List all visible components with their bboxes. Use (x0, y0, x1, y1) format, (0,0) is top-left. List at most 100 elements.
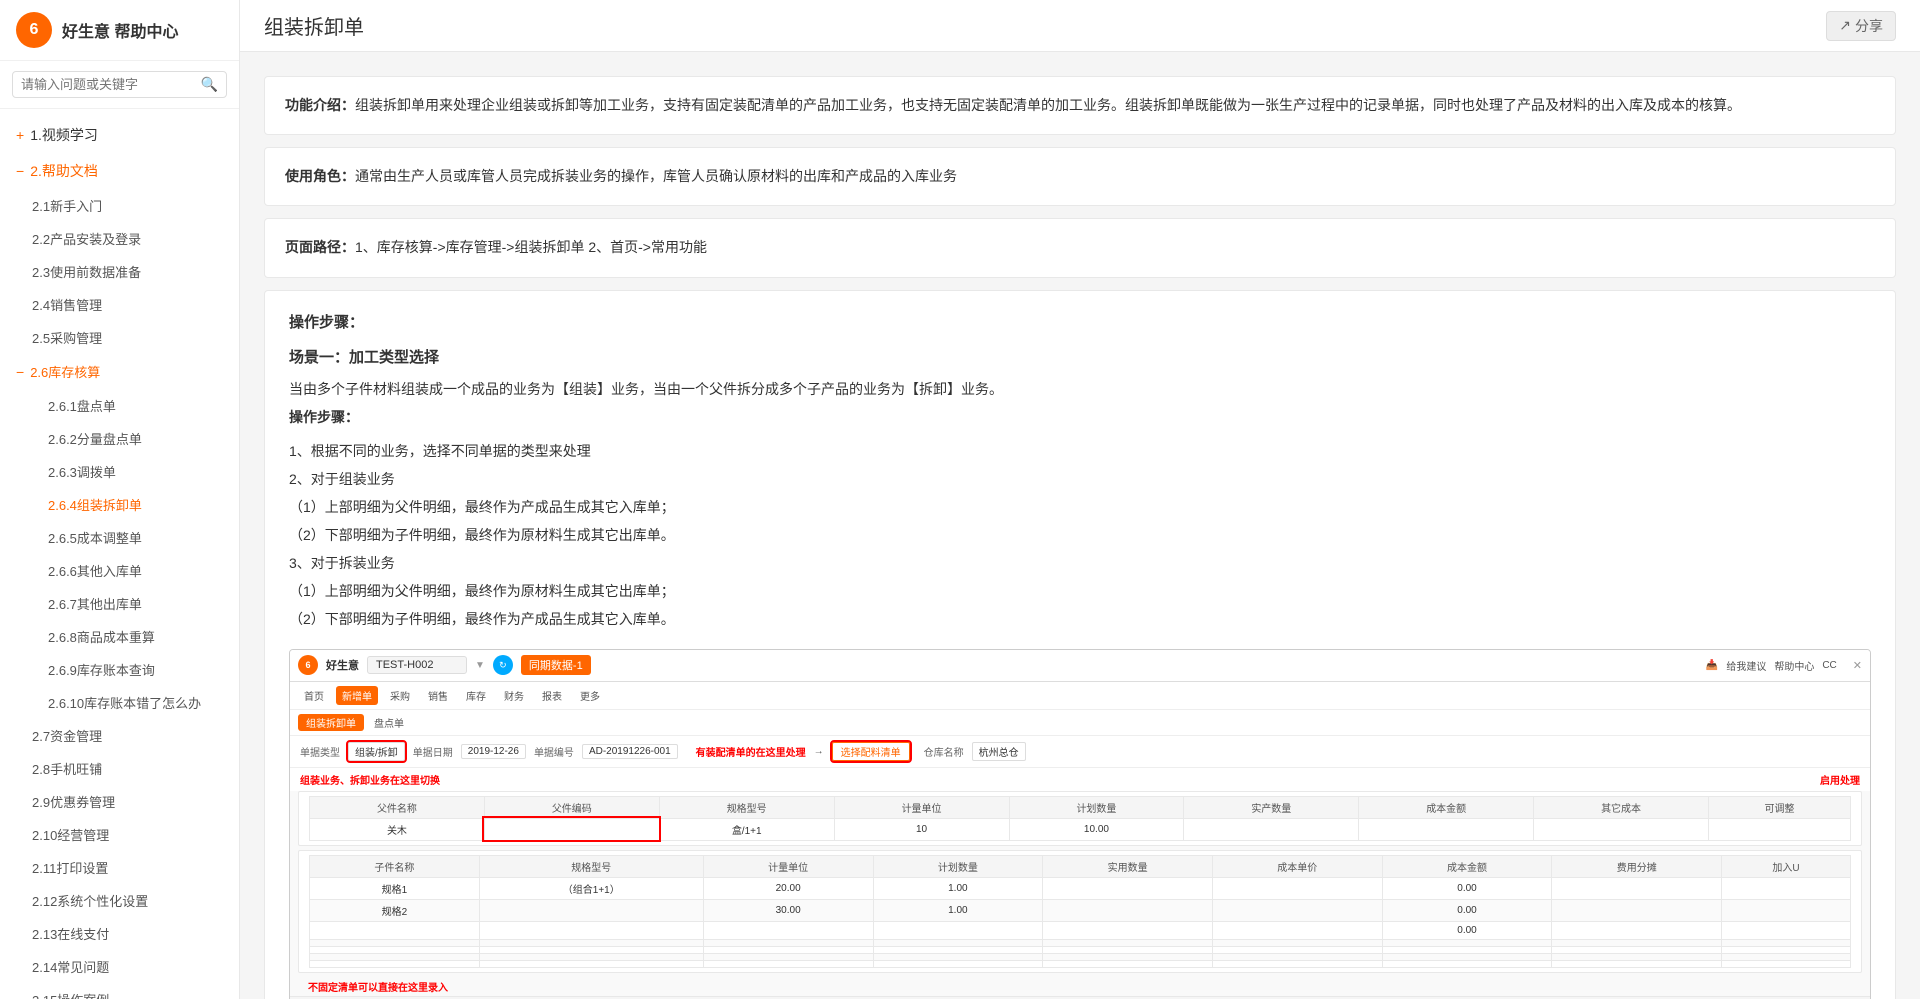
logo-text: 好生意 帮助中心 (62, 18, 178, 42)
child-cell-5-3 (873, 953, 1043, 960)
child-cell-2-5 (1212, 921, 1382, 939)
parent-cell-1 (484, 818, 659, 840)
path-label: 页面路径： (285, 239, 355, 255)
ss-nav-new: 新增单 (336, 686, 378, 705)
child-cell-1-3: 1.00 (873, 899, 1043, 921)
sidebar-item-2.15[interactable]: 2.15操作案例 (0, 983, 239, 999)
sidebar-item-2.11[interactable]: 2.11打印设置 (0, 851, 239, 884)
sidebar-item-2.4[interactable]: 2.4销售管理 (0, 288, 239, 321)
ss-parent-section: 父件名称 父件编码 规格型号 计量单位 计划数量 实产数量 成本金额 其它成本 … (298, 791, 1862, 846)
ss-child-table: 子件名称 规格型号 计量单位 计划数量 实用数量 成本单价 成本金额 费用分摊 … (309, 855, 1851, 968)
child-cell-3-6 (1382, 939, 1552, 946)
main-content: 组装拆卸单 ↗ 分享 功能介绍：组装拆卸单用来处理企业组装或拆卸等加工业务，支持… (240, 0, 1920, 999)
ss-nav-more: 更多 (574, 686, 606, 705)
table-row (310, 953, 1851, 960)
share-button[interactable]: ↗ 分享 (1826, 11, 1896, 41)
parent-cell-7 (1534, 818, 1709, 840)
sidebar-item-2.6[interactable]: − 2.6库存核算 (0, 354, 239, 389)
sidebar-item-2.6.10[interactable]: 2.6.10库存账本错了怎么办 (0, 686, 239, 719)
screenshot-wrap: 6 好生意 TEST-H002 ▼ ↻ 同期数据-1 📥 给我建议 帮助中心 C… (289, 649, 1871, 999)
minus-icon-2.6: − (16, 364, 24, 380)
parent-col-8: 可调整 (1709, 796, 1851, 818)
search-input[interactable] (21, 77, 201, 92)
parent-cell-0: 关木 (310, 818, 485, 840)
child-cell-6-5 (1212, 960, 1382, 967)
child-cell-4-3 (873, 946, 1043, 953)
ss-logo: 6 (298, 655, 318, 675)
sidebar-item-2.2[interactable]: 2.2产品安装及登录 (0, 222, 239, 255)
child-cell-4-2 (703, 946, 873, 953)
table-row (310, 946, 1851, 953)
sidebar-item-2.6.7[interactable]: 2.6.7其他出库单 (0, 587, 239, 620)
step3: 3、对于拆装业务 (289, 549, 1871, 577)
table-row: 规格230.001.000.00 (310, 899, 1851, 921)
child-col-3: 计划数量 (873, 855, 1043, 877)
step2: 2、对于组装业务 (289, 465, 1871, 493)
ss-type-val: 组装/拆卸 (348, 742, 405, 761)
parent-cell-2: 盒/1+1 (659, 818, 834, 840)
child-cell-2-2 (703, 921, 873, 939)
ss-nav-purchase: 采购 (384, 686, 416, 705)
sidebar: 6 好生意 帮助中心 🔍 + 1.视频学习 − 2.帮助文档 2.1新手入门 2… (0, 0, 240, 999)
step3-sub2: （2）下部明细为子件明细，最终作为产成品生成其它入库单。 (289, 605, 1871, 633)
child-cell-6-7 (1552, 960, 1722, 967)
screenshot-image: 6 好生意 TEST-H002 ▼ ↻ 同期数据-1 📥 给我建议 帮助中心 C… (290, 650, 1870, 999)
child-cell-3-4 (1043, 939, 1213, 946)
child-cell-4-1 (479, 946, 703, 953)
sidebar-item-2.6.3[interactable]: 2.6.3调拨单 (0, 455, 239, 488)
sidebar-item-2.8[interactable]: 2.8手机旺铺 (0, 752, 239, 785)
sidebar-item-2.6.9[interactable]: 2.6.9库存账本查询 (0, 653, 239, 686)
docs-sub-list: 2.1新手入门 2.2产品安装及登录 2.3使用前数据准备 2.4销售管理 2.… (0, 189, 239, 999)
child-cell-1-7 (1552, 899, 1722, 921)
search-icon[interactable]: 🔍 (201, 76, 218, 93)
sidebar-item-2.13[interactable]: 2.13在线支付 (0, 917, 239, 950)
child-cell-0-2: 20.00 (703, 877, 873, 899)
sidebar-item-2.3[interactable]: 2.3使用前数据准备 (0, 255, 239, 288)
ss-brand: 好生意 (326, 657, 359, 673)
sidebar-item-2.12[interactable]: 2.12系统个性化设置 (0, 884, 239, 917)
child-cell-3-3 (873, 939, 1043, 946)
child-cell-6-6 (1382, 960, 1552, 967)
parent-col-0: 父件名称 (310, 796, 485, 818)
child-cell-3-8 (1722, 939, 1851, 946)
annotation1: 有装配清单的在这里处理 (696, 744, 806, 759)
child-cell-0-5 (1212, 877, 1382, 899)
ss-sub-label: 仓库名称 (924, 744, 964, 759)
sidebar-item-2.6.4[interactable]: 2.6.4组装拆卸单 (0, 488, 239, 521)
child-cell-0-6: 0.00 (1382, 877, 1552, 899)
ss-help-label: 帮助中心 (1774, 658, 1814, 673)
sidebar-item-2.14[interactable]: 2.14常见问题 (0, 950, 239, 983)
sidebar-item-2.1[interactable]: 2.1新手入门 (0, 189, 239, 222)
child-cell-6-0 (310, 960, 480, 967)
ss-sub-val: 杭州总仓 (972, 742, 1026, 761)
sidebar-item-2.9[interactable]: 2.9优惠券管理 (0, 785, 239, 818)
sidebar-item-2.10[interactable]: 2.10经营管理 (0, 818, 239, 851)
sidebar-item-2.6.2[interactable]: 2.6.2分量盘点单 (0, 422, 239, 455)
sidebar-item-docs[interactable]: − 2.帮助文档 (0, 153, 239, 189)
child-col-8: 加入U (1722, 855, 1851, 877)
child-cell-1-4 (1043, 899, 1213, 921)
sidebar-item-2.6.1[interactable]: 2.6.1盘点单 (0, 389, 239, 422)
child-cell-5-6 (1382, 953, 1552, 960)
table-row (310, 960, 1851, 967)
child-cell-2-6: 0.00 (1382, 921, 1552, 939)
ss-nav-stock: 库存 (460, 686, 492, 705)
sidebar-item-2.5[interactable]: 2.5采购管理 (0, 321, 239, 354)
minus-icon: − (16, 163, 24, 179)
sidebar-item-2.7[interactable]: 2.7资金管理 (0, 719, 239, 752)
sidebar-item-2.6.5[interactable]: 2.6.5成本调整单 (0, 521, 239, 554)
child-cell-5-0 (310, 953, 480, 960)
child-col-0: 子件名称 (310, 855, 480, 877)
ss-nav-report: 报表 (536, 686, 568, 705)
sidebar-item-2.6.8[interactable]: 2.6.8商品成本重算 (0, 620, 239, 653)
ss-badge: 同期数据-1 (521, 655, 591, 675)
role-text: 通常由生产人员或库管人员完成拆装业务的操作，库管人员确认原材料的出库和产成品的入… (355, 168, 957, 184)
parent-cell-5 (1184, 818, 1359, 840)
ss-footer: 合计 89.00 0.00 0.00 0.00 (290, 996, 1870, 999)
path-block: 页面路径：1、库存核算->库存管理->组装拆卸单 2、首页->常用功能 (264, 218, 1896, 277)
child-cell-5-7 (1552, 953, 1722, 960)
role-label: 使用角色： (285, 168, 355, 184)
sidebar-item-2.6.6[interactable]: 2.6.6其他入库单 (0, 554, 239, 587)
search-area: 🔍 (0, 61, 239, 109)
sidebar-item-video[interactable]: + 1.视频学习 (0, 117, 239, 153)
